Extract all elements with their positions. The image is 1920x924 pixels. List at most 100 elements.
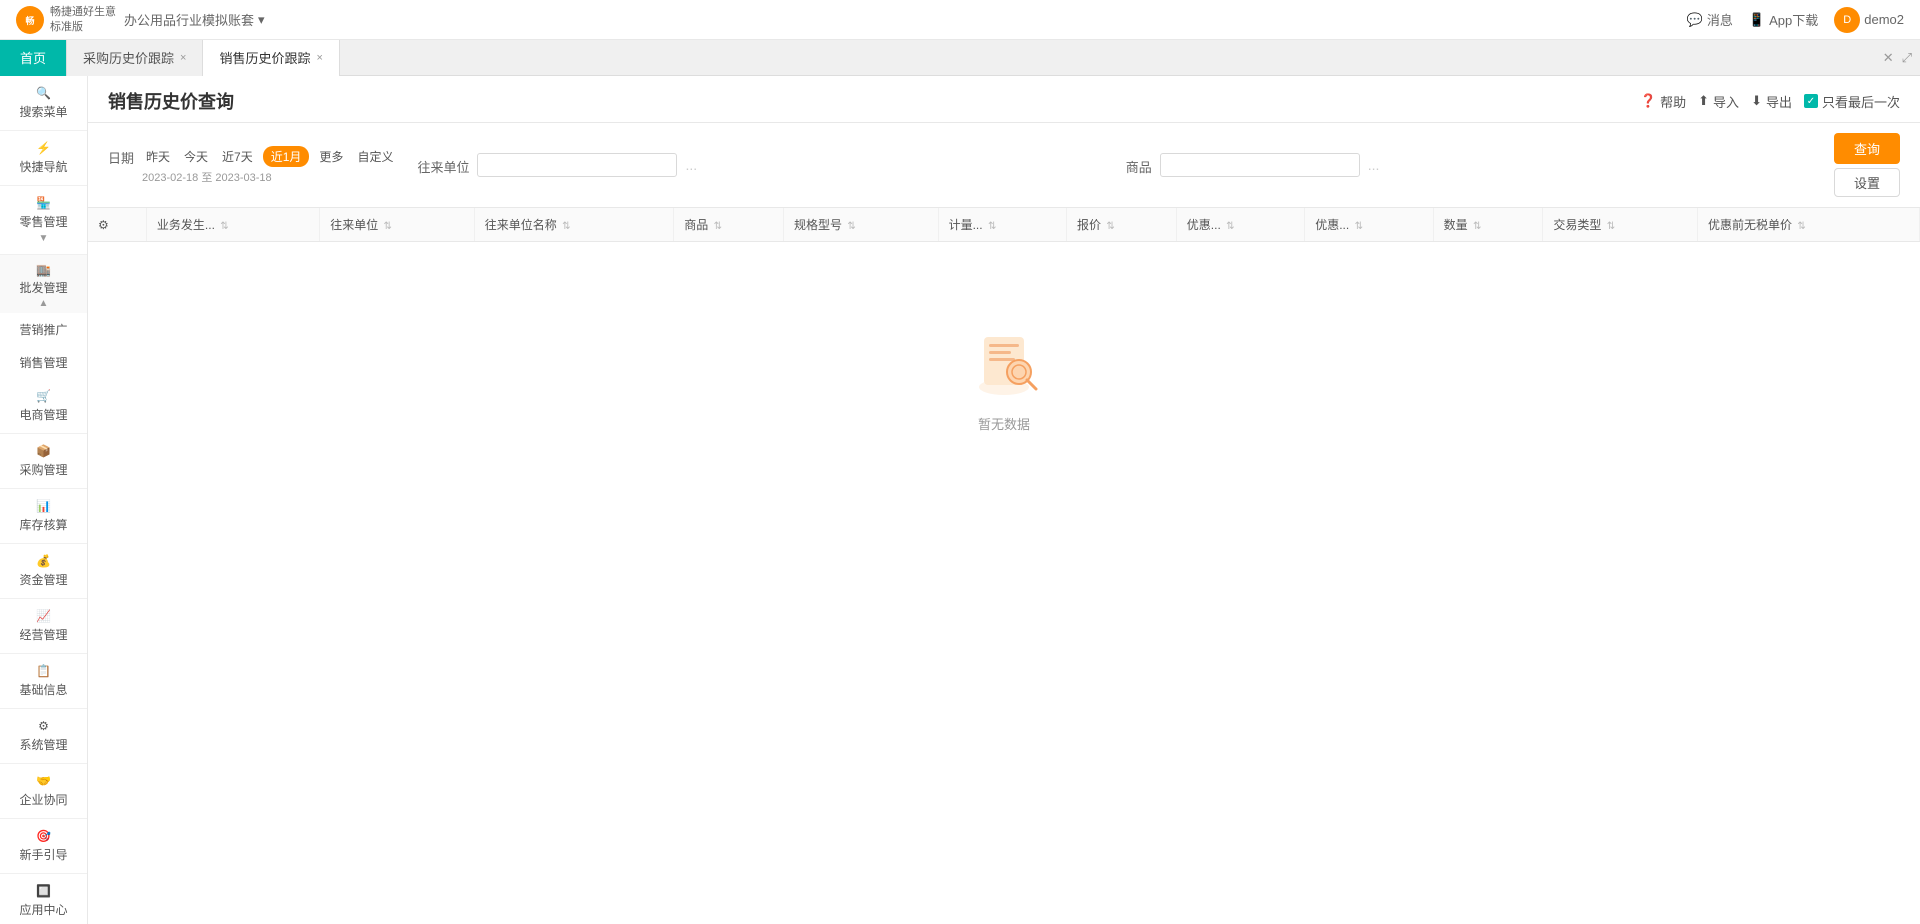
tab-home[interactable]: 首页 — [0, 40, 67, 76]
col-pretax[interactable]: 优惠前无税单价 ⇅ — [1698, 208, 1920, 242]
guide-icon: 🎯 — [36, 829, 51, 843]
sort-icon: ⇅ — [1797, 221, 1805, 232]
sidebar-management-label: 经营管理 — [19, 626, 67, 643]
sort-icon: ⇅ — [1607, 221, 1615, 232]
sort-icon: ⇅ — [1106, 221, 1114, 232]
message-label: 消息 — [1707, 10, 1733, 29]
sidebar-item-sales[interactable]: 销售管理 — [0, 346, 87, 379]
sort-icon: ⇅ — [384, 221, 392, 232]
col-unit[interactable]: 计量... ⇅ — [938, 208, 1066, 242]
user-info[interactable]: D demo2 — [1834, 7, 1904, 33]
download-label: App下载 — [1769, 10, 1818, 29]
sidebar-item-management[interactable]: 📈 经营管理 — [0, 599, 87, 654]
date-option-custom[interactable]: 自定义 — [353, 146, 397, 167]
ecommerce-icon: 🛒 — [36, 389, 51, 403]
col-goods-label: 商品 — [684, 218, 708, 232]
sidebar-purchase-label: 采购管理 — [19, 461, 67, 478]
export-action[interactable]: ⬇ 导出 — [1751, 92, 1792, 111]
header-right: 💬 消息 📱 App下载 D demo2 — [1687, 7, 1904, 33]
download-action[interactable]: 📱 App下载 — [1749, 10, 1818, 29]
date-filter-group: 日期 昨天 今天 近7天 近1月 更多 自定义 2023-02-18 至 202… — [108, 146, 397, 185]
sidebar-item-guide[interactable]: 🎯 新手引导 — [0, 819, 87, 874]
wholesale-arrow-icon: ▲ — [39, 298, 49, 309]
svg-text:畅: 畅 — [25, 15, 34, 26]
sidebar-item-ecommerce[interactable]: 🛒 电商管理 — [0, 379, 87, 434]
help-action[interactable]: ❓ 帮助 — [1640, 92, 1686, 111]
tab-home-label: 首页 — [20, 48, 46, 67]
sort-icon: ⇅ — [847, 221, 855, 232]
sidebar-item-search[interactable]: 🔍 搜索菜单 — [0, 76, 87, 131]
date-option-yesterday[interactable]: 昨天 — [142, 146, 174, 167]
page-actions: ❓ 帮助 ⬆ 导入 ⬇ 导出 ✓ 只看最后一次 — [1640, 92, 1900, 111]
date-option-more[interactable]: 更多 — [315, 146, 347, 167]
tab-purchase[interactable]: 采购历史价跟踪 × — [67, 40, 203, 76]
sidebar-item-system[interactable]: ⚙ 系统管理 — [0, 709, 87, 764]
search-icon: 🔍 — [36, 86, 51, 100]
date-options: 昨天 今天 近7天 近1月 更多 自定义 — [142, 146, 397, 167]
sidebar-appcenter-label: 应用中心 — [19, 901, 67, 918]
goods-filter-group: 商品 ... — [1126, 153, 1814, 177]
col-settings[interactable]: ⚙ — [88, 208, 146, 242]
message-action[interactable]: 💬 消息 — [1687, 10, 1733, 29]
tab-sales-close[interactable]: × — [316, 52, 322, 64]
tab-purchase-close[interactable]: × — [180, 52, 186, 64]
tab-bar-actions: ✕ ⤢ — [1883, 50, 1920, 66]
sidebar-item-appcenter[interactable]: 🔲 应用中心 — [0, 874, 87, 924]
date-option-7days[interactable]: 近7天 — [218, 146, 257, 167]
col-discount2[interactable]: 优惠... ⇅ — [1305, 208, 1433, 242]
data-table: ⚙ 业务发生... ⇅ 往来单位 ⇅ 往来单位名称 ⇅ — [88, 208, 1920, 242]
window-maximize-icon[interactable]: ⤢ — [1902, 50, 1912, 66]
sidebar-item-retail[interactable]: 🏪 零售管理 ▼ — [0, 186, 87, 255]
query-button[interactable]: 查询 — [1834, 133, 1900, 164]
filter-actions: 查询 设置 — [1834, 133, 1900, 197]
sidebar-item-inventory[interactable]: 📊 库存核算 — [0, 489, 87, 544]
help-label: 帮助 — [1660, 92, 1686, 111]
template-selector[interactable]: 办公用品行业模拟账套 ▾ — [124, 10, 265, 29]
sidebar-marketing-label: 营销推广 — [19, 323, 67, 337]
settings-button[interactable]: 设置 — [1834, 168, 1900, 197]
col-business-date-label: 业务发生... — [157, 218, 215, 232]
logo-area: 畅 畅捷通好生意 标准版 — [16, 5, 116, 34]
date-option-1month[interactable]: 近1月 — [263, 146, 310, 167]
export-label: 导出 — [1766, 92, 1792, 111]
template-name: 办公用品行业模拟账套 — [124, 10, 254, 29]
basic-info-icon: 📋 — [36, 664, 51, 678]
sidebar-item-marketing[interactable]: 营销推广 — [0, 313, 87, 346]
sidebar-item-collab[interactable]: 🤝 企业协同 — [0, 764, 87, 819]
import-action[interactable]: ⬆ 导入 — [1698, 92, 1739, 111]
col-partner-code[interactable]: 往来单位 ⇅ — [320, 208, 475, 242]
col-discount1[interactable]: 优惠... ⇅ — [1176, 208, 1304, 242]
col-trade-type[interactable]: 交易类型 ⇅ — [1543, 208, 1698, 242]
partner-filter-group: 往来单位 ... — [417, 153, 1105, 177]
finance-icon: 💰 — [36, 554, 51, 568]
goods-input[interactable] — [1160, 153, 1360, 177]
download-icon: 📱 — [1749, 12, 1765, 28]
sidebar-basicinfo-label: 基础信息 — [19, 681, 67, 698]
sidebar-item-wholesale[interactable]: 🏬 批发管理 ▲ — [0, 255, 87, 313]
sidebar-item-finance[interactable]: 💰 资金管理 — [0, 544, 87, 599]
col-spec[interactable]: 规格型号 ⇅ — [783, 208, 938, 242]
goods-dots-icon[interactable]: ... — [1368, 157, 1380, 173]
logo-icon: 畅 — [16, 6, 44, 34]
avatar: D — [1834, 7, 1860, 33]
col-business-date[interactable]: 业务发生... ⇅ — [146, 208, 319, 242]
sidebar-item-quicknav[interactable]: ⚡ 快捷导航 — [0, 131, 87, 186]
date-option-today[interactable]: 今天 — [180, 146, 212, 167]
col-goods[interactable]: 商品 ⇅ — [674, 208, 784, 242]
sidebar-item-purchase[interactable]: 📦 采购管理 — [0, 434, 87, 489]
window-close-icon[interactable]: ✕ — [1883, 50, 1894, 66]
sidebar-sales-label: 销售管理 — [19, 356, 67, 370]
only-last-checkbox[interactable]: ✓ — [1804, 94, 1818, 108]
empty-state: 暂无数据 — [88, 242, 1920, 513]
app-center-icon: 🔲 — [36, 884, 51, 898]
only-last-checkbox-group[interactable]: ✓ 只看最后一次 — [1804, 92, 1900, 111]
col-quantity[interactable]: 数量 ⇅ — [1433, 208, 1543, 242]
partner-dots-icon[interactable]: ... — [685, 157, 697, 173]
col-partner-name[interactable]: 往来单位名称 ⇅ — [474, 208, 673, 242]
sidebar-guide-label: 新手引导 — [19, 846, 67, 863]
col-quote[interactable]: 报价 ⇅ — [1067, 208, 1177, 242]
table-container: ⚙ 业务发生... ⇅ 往来单位 ⇅ 往来单位名称 ⇅ — [88, 208, 1920, 924]
tab-sales[interactable]: 销售历史价跟踪 × — [203, 40, 339, 76]
partner-input[interactable] — [477, 153, 677, 177]
sidebar-item-basicinfo[interactable]: 📋 基础信息 — [0, 654, 87, 709]
